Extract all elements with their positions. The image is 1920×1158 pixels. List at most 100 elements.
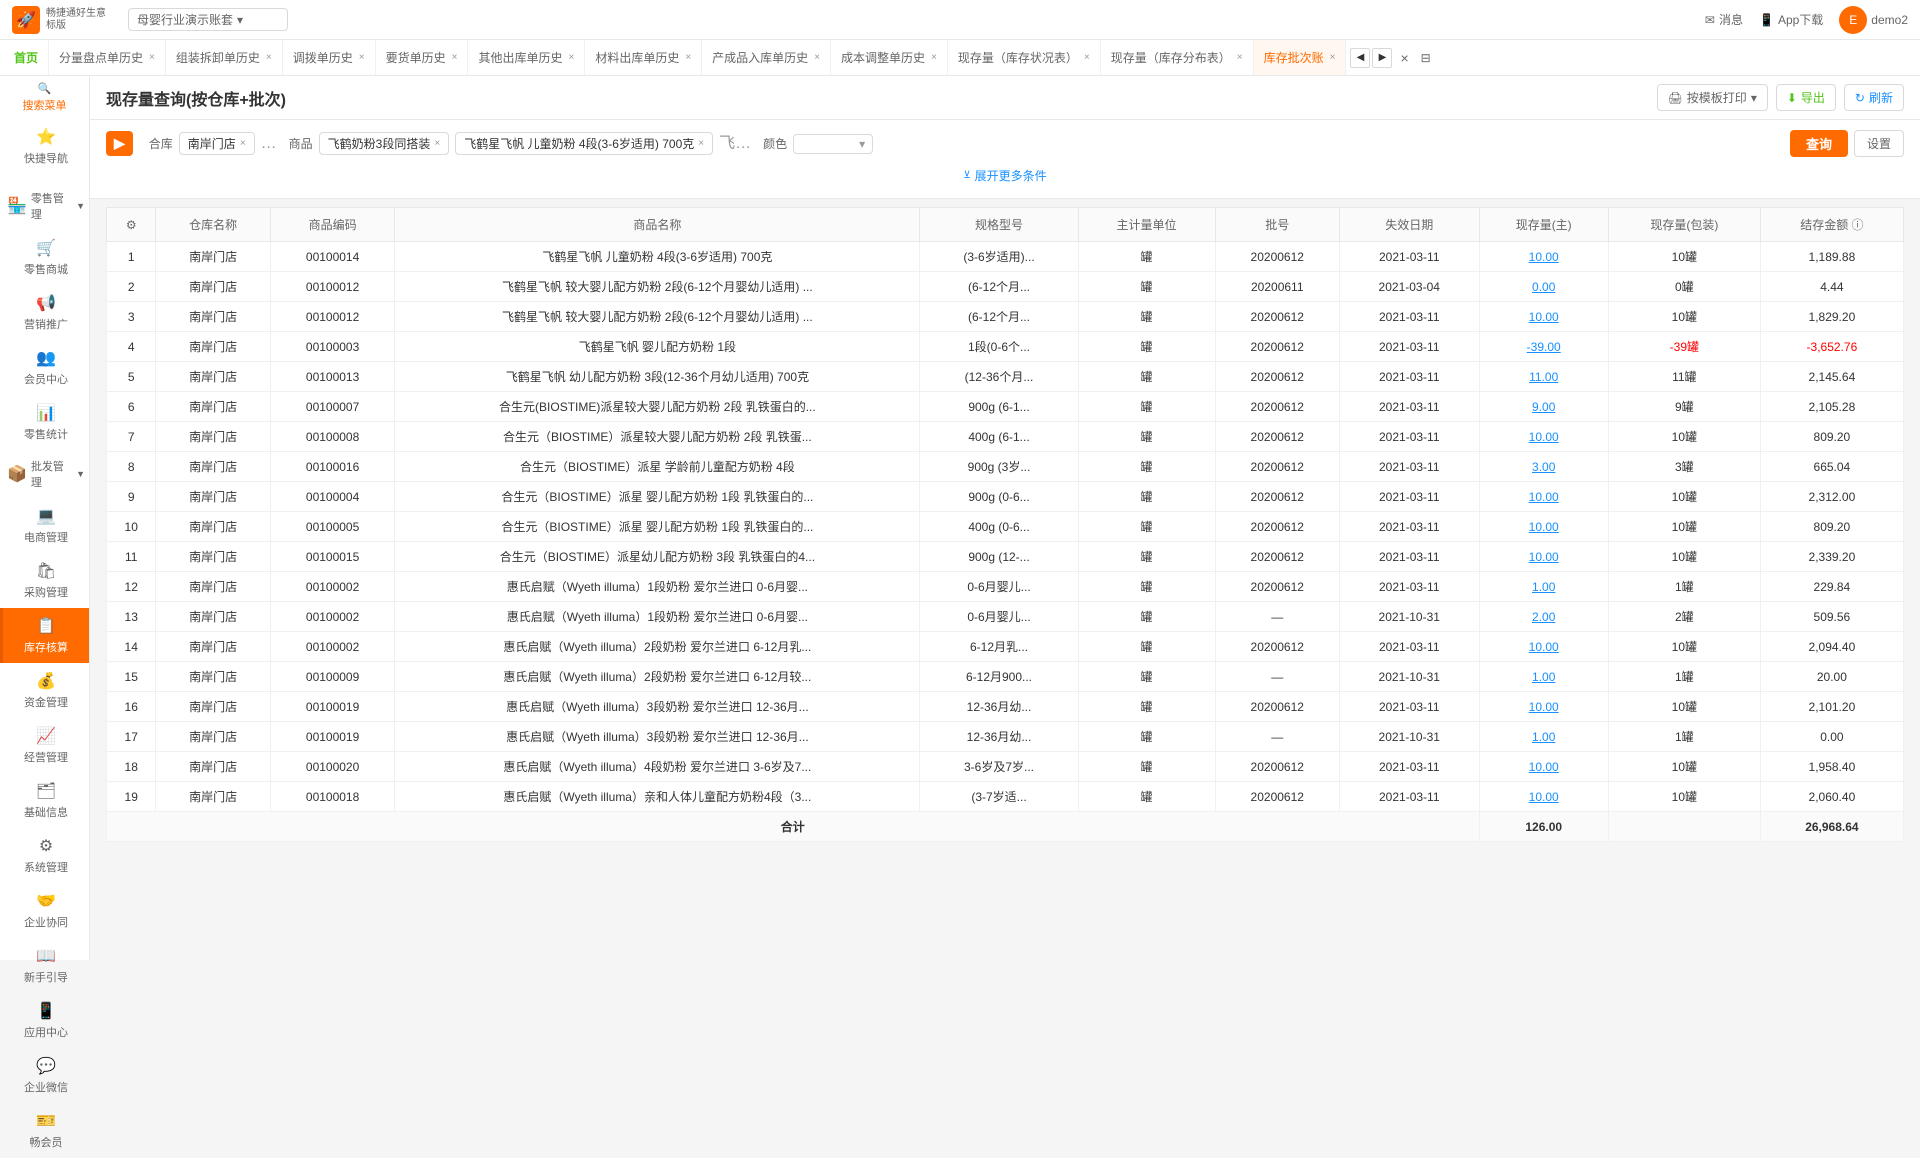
cell-expire: 2021-10-31 [1340, 602, 1480, 632]
cell-qty-main[interactable]: 10.00 [1479, 692, 1608, 722]
cell-name: 合生元(BIOSTIME)派星较大婴儿配方奶粉 2段 乳铁蛋白的... [395, 392, 920, 422]
cell-qty-main[interactable]: 1.00 [1479, 572, 1608, 602]
sidebar-item-retail-stat[interactable]: 📊 零售统计 [0, 395, 89, 450]
tab-product-in-close[interactable]: × [814, 52, 820, 63]
cell-qty-main[interactable]: 1.00 [1479, 722, 1608, 752]
cell-unit: 罐 [1078, 572, 1215, 602]
sidebar-item-guide[interactable]: 📖 新手引导 [0, 938, 89, 993]
sidebar-item-purchase[interactable]: 🛍 采购管理 [0, 553, 89, 608]
warehouse-selector[interactable]: 母婴行业演示账套 ▾ [128, 8, 288, 31]
cell-batch: 20200612 [1215, 752, 1340, 782]
message-button[interactable]: ✉ 消息 [1705, 11, 1743, 28]
tab-home[interactable]: 首页 [4, 40, 49, 76]
sidebar-item-enterprise-wechat[interactable]: 💬 企业微信 [0, 1048, 89, 1103]
cell-qty-main[interactable]: 10.00 [1479, 482, 1608, 512]
sidebar-item-app-center[interactable]: 📱 应用中心 [0, 993, 89, 1048]
tab-material-out-close[interactable]: × [685, 52, 691, 63]
product-tag-1-close[interactable]: × [434, 138, 440, 149]
sidebar-item-marketing[interactable]: 📢 营销推广 [0, 285, 89, 340]
sidebar-item-ops[interactable]: 📈 经营管理 [0, 718, 89, 773]
filter-expand-btn[interactable]: ▶ [106, 131, 133, 156]
cell-num: 17 [107, 722, 156, 752]
product-more-dots[interactable]: 飞… [719, 136, 751, 152]
cell-qty-main[interactable]: 10.00 [1479, 422, 1608, 452]
product-tag-2-close[interactable]: × [698, 138, 704, 149]
sidebar-item-member[interactable]: 👥 会员中心 [0, 340, 89, 395]
cell-qty-main[interactable]: 3.00 [1479, 452, 1608, 482]
cell-qty-main[interactable]: 10.00 [1479, 242, 1608, 272]
cell-qty-main[interactable]: 1.00 [1479, 662, 1608, 692]
cell-name: 惠氏启赋（Wyeth illuma）1段奶粉 爱尔兰进口 0-6月婴... [395, 602, 920, 632]
print-button[interactable]: 🖨 按模板打印 ▾ [1657, 84, 1768, 111]
tab-inventory-status[interactable]: 现存量（库存状况表） × [948, 40, 1101, 76]
tab-fenpan[interactable]: 分量盘点单历史 × [49, 40, 166, 76]
tab-diaopo[interactable]: 调拨单历史 × [283, 40, 376, 76]
tab-material-out[interactable]: 材料出库单历史 × [585, 40, 702, 76]
cell-expire: 2021-03-11 [1340, 452, 1480, 482]
cell-qty-pack: 0罐 [1608, 272, 1760, 302]
cell-qty-main[interactable]: 10.00 [1479, 752, 1608, 782]
cell-qty-main[interactable]: 10.00 [1479, 632, 1608, 662]
product-tag-1[interactable]: 飞鹤奶粉3段同搭装 × [319, 132, 450, 155]
data-table: ⚙ 仓库名称 商品编码 商品名称 规格型号 主计量单位 批号 失效日期 现存量(… [106, 207, 1904, 842]
user-profile[interactable]: E demo2 [1839, 6, 1908, 34]
sidebar-item-inventory[interactable]: 📋 库存核算 [0, 608, 89, 663]
nav-close-all[interactable]: × [1394, 50, 1414, 66]
sidebar-item-quick[interactable]: ⭐ 快捷导航 [0, 119, 89, 174]
stat-icon: 📊 [36, 403, 56, 423]
tab-fenpan-close[interactable]: × [149, 52, 155, 63]
cell-qty-main[interactable]: 10.00 [1479, 782, 1608, 812]
sidebar-item-enterprise[interactable]: 🤝 企业协同 [0, 883, 89, 938]
cell-qty-main[interactable]: 10.00 [1479, 542, 1608, 572]
cell-name: 合生元（BIOSTIME）派星 婴儿配方奶粉 1段 乳铁蛋白的... [395, 512, 920, 542]
tab-yaohuo-close[interactable]: × [452, 52, 458, 63]
tab-product-in[interactable]: 产成品入库单历史 × [702, 40, 831, 76]
warehouse-more-dots[interactable]: … [261, 136, 277, 152]
tab-cost-adj-close[interactable]: × [931, 52, 937, 63]
sidebar-item-finance[interactable]: 💰 资金管理 [0, 663, 89, 718]
th-settings[interactable]: ⚙ [107, 208, 156, 242]
sidebar-item-member-card[interactable]: 🎫 畅会员 [0, 1103, 89, 1158]
expand-conditions-button[interactable]: ⊻ 展开更多条件 [963, 167, 1046, 184]
tab-zuzhuan[interactable]: 组装拆卸单历史 × [166, 40, 283, 76]
sidebar-item-system[interactable]: ⚙ 系统管理 [0, 828, 89, 883]
sidebar-item-ecommerce[interactable]: 💻 电商管理 [0, 498, 89, 553]
warehouse-tag-1[interactable]: 南岸门店 × [179, 132, 255, 155]
export-button[interactable]: ⬇ 导出 [1776, 84, 1836, 111]
tab-inventory-dist-close[interactable]: × [1237, 52, 1243, 63]
product-tag-2[interactable]: 飞鹤星飞帆 儿童奶粉 4段(3-6岁适用) 700克 × [455, 132, 713, 155]
tab-inventory-dist[interactable]: 现存量（库存分布表） × [1101, 40, 1254, 76]
tab-zuzhuan-close[interactable]: × [266, 52, 272, 63]
tab-diaopo-close[interactable]: × [359, 52, 365, 63]
cell-qty-main[interactable]: 11.00 [1479, 362, 1608, 392]
settings-button[interactable]: 设置 [1854, 130, 1904, 157]
cell-qty-main[interactable]: -39.00 [1479, 332, 1608, 362]
nav-prev[interactable]: ◀ [1350, 48, 1370, 68]
cell-qty-main[interactable]: 2.00 [1479, 602, 1608, 632]
sidebar-item-wholesale[interactable]: 📦 批发管理 ▼ [0, 450, 89, 498]
cell-qty-main[interactable]: 0.00 [1479, 272, 1608, 302]
cell-qty-main[interactable]: 10.00 [1479, 512, 1608, 542]
tab-batch-close[interactable]: × [1330, 52, 1336, 63]
tab-other-out-close[interactable]: × [568, 52, 574, 63]
color-select[interactable] [793, 134, 873, 154]
refresh-button[interactable]: ↻ 刷新 [1844, 84, 1904, 111]
tab-inventory-status-close[interactable]: × [1084, 52, 1090, 63]
cell-code: 00100003 [270, 332, 395, 362]
cell-qty-main[interactable]: 9.00 [1479, 392, 1608, 422]
cell-qty-main[interactable]: 10.00 [1479, 302, 1608, 332]
sidebar-item-retail[interactable]: 🏪 零售管理 ▼ [0, 182, 89, 230]
tab-yaohuo[interactable]: 要货单历史 × [376, 40, 469, 76]
sidebar-item-search[interactable]: 🔍 搜索菜单 [0, 76, 89, 119]
tab-other-out[interactable]: 其他出库单历史 × [468, 40, 585, 76]
cell-qty-pack: -39罐 [1608, 332, 1760, 362]
sidebar-item-retail-shop[interactable]: 🛒 零售商城 [0, 230, 89, 285]
app-download-button[interactable]: 📱 App下载 [1759, 11, 1823, 28]
nav-next[interactable]: ▶ [1372, 48, 1392, 68]
tab-cost-adj[interactable]: 成本调整单历史 × [831, 40, 948, 76]
nav-expand[interactable]: ⊟ [1417, 51, 1435, 65]
warehouse-tag-close[interactable]: × [240, 138, 246, 149]
tab-batch[interactable]: 库存批次账 × [1254, 40, 1347, 76]
sidebar-item-basic[interactable]: 🗂 基础信息 [0, 773, 89, 828]
search-button[interactable]: 查询 [1790, 130, 1848, 157]
